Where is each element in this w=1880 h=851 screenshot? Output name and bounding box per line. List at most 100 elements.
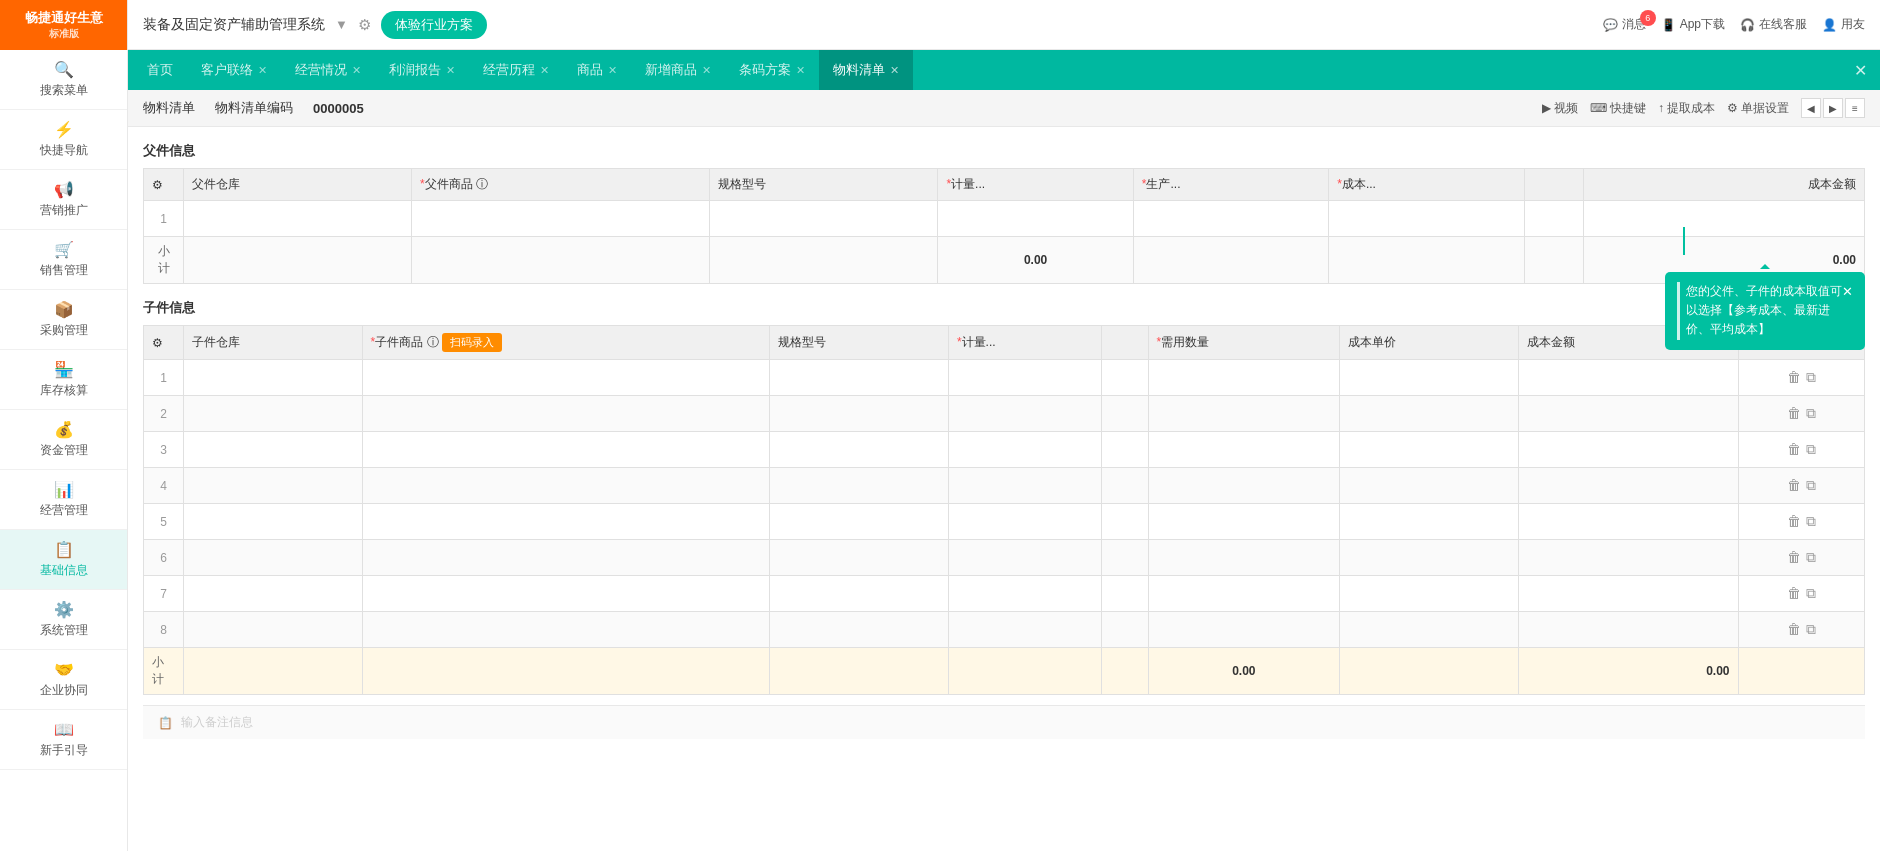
tab-close-icon[interactable]: ✕ (608, 64, 617, 77)
child-unit-cost-cell[interactable] (1340, 360, 1519, 396)
child-qty-cell[interactable] (1148, 468, 1339, 504)
sidebar-item-finance[interactable]: 💰 资金管理 (0, 410, 127, 470)
child-unit-cell[interactable] (948, 396, 1101, 432)
tab-close-icon[interactable]: ✕ (352, 64, 361, 77)
tab-close-icon[interactable]: ✕ (890, 64, 899, 77)
tooltip-close-btn[interactable]: ✕ (1842, 282, 1853, 303)
child-spec-cell[interactable] (770, 504, 949, 540)
settings-icon[interactable]: ⚙ (358, 16, 371, 34)
delete-icon[interactable]: 🗑 (1787, 441, 1801, 458)
delete-icon[interactable]: 🗑 (1787, 513, 1801, 530)
child-goods-cell[interactable] (362, 360, 770, 396)
tab-close-icon[interactable]: ✕ (446, 64, 455, 77)
child-spec-cell[interactable] (770, 576, 949, 612)
sidebar-item-sales[interactable]: 🛒 销售管理 (0, 230, 127, 290)
tab-close-icon[interactable]: ✕ (702, 64, 711, 77)
dropdown-arrow-icon[interactable]: ▼ (335, 17, 348, 32)
parent-production-cell[interactable] (1133, 201, 1328, 237)
child-unit-cost-cell[interactable] (1340, 468, 1519, 504)
child-unit-cost-cell[interactable] (1340, 504, 1519, 540)
sidebar-item-basic-info[interactable]: 📋 基础信息 (0, 530, 127, 590)
sidebar-item-inventory[interactable]: 🏪 库存核算 (0, 350, 127, 410)
tab-bom[interactable]: 物料清单 ✕ (819, 50, 913, 90)
child-warehouse-cell[interactable] (184, 576, 363, 612)
child-qty-cell[interactable] (1148, 576, 1339, 612)
prev-btn[interactable]: ◀ (1801, 98, 1821, 118)
sub-tab-code[interactable]: 物料清单编码 (215, 99, 293, 117)
delete-icon[interactable]: 🗑 (1787, 621, 1801, 638)
tab-close-icon[interactable]: ✕ (258, 64, 267, 77)
tab-profit[interactable]: 利润报告 ✕ (375, 50, 469, 90)
tab-history[interactable]: 经营历程 ✕ (469, 50, 563, 90)
delete-icon[interactable]: 🗑 (1787, 585, 1801, 602)
copy-icon[interactable]: ⧉ (1806, 585, 1816, 602)
parent-unit-cell[interactable] (938, 201, 1133, 237)
child-unit-cost-cell[interactable] (1340, 576, 1519, 612)
delete-icon[interactable]: 🗑 (1787, 477, 1801, 494)
sidebar-item-quicknav[interactable]: ⚡ 快捷导航 (0, 110, 127, 170)
close-all-tabs[interactable]: ✕ (1846, 61, 1875, 80)
child-unit-cell[interactable] (948, 576, 1101, 612)
child-unit-cost-cell[interactable] (1340, 396, 1519, 432)
copy-icon[interactable]: ⧉ (1806, 405, 1816, 422)
copy-icon[interactable]: ⧉ (1806, 621, 1816, 638)
tab-close-icon[interactable]: ✕ (540, 64, 549, 77)
child-qty-cell[interactable] (1148, 504, 1339, 540)
tab-home[interactable]: 首页 (133, 50, 187, 90)
child-spec-cell[interactable] (770, 540, 949, 576)
parent-cost-cell[interactable] (1329, 201, 1524, 237)
child-goods-cell[interactable] (362, 540, 770, 576)
child-unit-cell[interactable] (948, 540, 1101, 576)
child-spec-cell[interactable] (770, 396, 949, 432)
parent-goods-cell[interactable] (412, 201, 710, 237)
user-btn[interactable]: 👤 用友 (1822, 16, 1865, 33)
child-unit-cost-cell[interactable] (1340, 540, 1519, 576)
sidebar-item-search[interactable]: 🔍 搜索菜单 (0, 50, 127, 110)
experience-btn[interactable]: 体验行业方案 (381, 11, 487, 39)
sidebar-item-collab[interactable]: 🤝 企业协同 (0, 650, 127, 710)
child-qty-cell[interactable] (1148, 612, 1339, 648)
child-unit-cell[interactable] (948, 504, 1101, 540)
child-goods-cell[interactable] (362, 432, 770, 468)
delete-icon[interactable]: 🗑 (1787, 369, 1801, 386)
child-qty-cell[interactable] (1148, 360, 1339, 396)
tab-new-goods[interactable]: 新增商品 ✕ (631, 50, 725, 90)
child-qty-cell[interactable] (1148, 540, 1339, 576)
child-warehouse-cell[interactable] (184, 360, 363, 396)
message-btn[interactable]: 💬 6 消息 (1603, 16, 1646, 33)
child-goods-cell[interactable] (362, 612, 770, 648)
child-goods-cell[interactable] (362, 576, 770, 612)
copy-icon[interactable]: ⧉ (1806, 513, 1816, 530)
sidebar-item-marketing[interactable]: 📢 营销推广 (0, 170, 127, 230)
delete-icon[interactable]: 🗑 (1787, 405, 1801, 422)
tab-close-icon[interactable]: ✕ (796, 64, 805, 77)
child-unit-cell[interactable] (948, 360, 1101, 396)
tab-barcode[interactable]: 条码方案 ✕ (725, 50, 819, 90)
child-warehouse-cell[interactable] (184, 540, 363, 576)
doc-settings-btn[interactable]: ⚙ 单据设置 (1727, 100, 1789, 117)
video-btn[interactable]: ▶ 视频 (1542, 100, 1578, 117)
sidebar-item-purchase[interactable]: 📦 采购管理 (0, 290, 127, 350)
child-goods-cell[interactable] (362, 396, 770, 432)
copy-icon[interactable]: ⧉ (1806, 369, 1816, 386)
menu-btn[interactable]: ≡ (1845, 98, 1865, 118)
delete-icon[interactable]: 🗑 (1787, 549, 1801, 566)
parent-warehouse-cell[interactable] (184, 201, 412, 237)
child-spec-cell[interactable] (770, 360, 949, 396)
child-warehouse-cell[interactable] (184, 612, 363, 648)
child-unit-cell[interactable] (948, 468, 1101, 504)
app-download-btn[interactable]: 📱 App下载 (1661, 16, 1725, 33)
child-spec-cell[interactable] (770, 612, 949, 648)
online-support-btn[interactable]: 🎧 在线客服 (1740, 16, 1807, 33)
child-warehouse-cell[interactable] (184, 432, 363, 468)
hint-text[interactable]: 输入备注信息 (181, 714, 253, 731)
child-unit-cell[interactable] (948, 432, 1101, 468)
copy-icon[interactable]: ⧉ (1806, 549, 1816, 566)
child-spec-cell[interactable] (770, 468, 949, 504)
copy-icon[interactable]: ⧉ (1806, 441, 1816, 458)
child-spec-cell[interactable] (770, 432, 949, 468)
child-warehouse-cell[interactable] (184, 396, 363, 432)
copy-icon[interactable]: ⧉ (1806, 477, 1816, 494)
child-warehouse-cell[interactable] (184, 504, 363, 540)
child-unit-cost-cell[interactable] (1340, 612, 1519, 648)
